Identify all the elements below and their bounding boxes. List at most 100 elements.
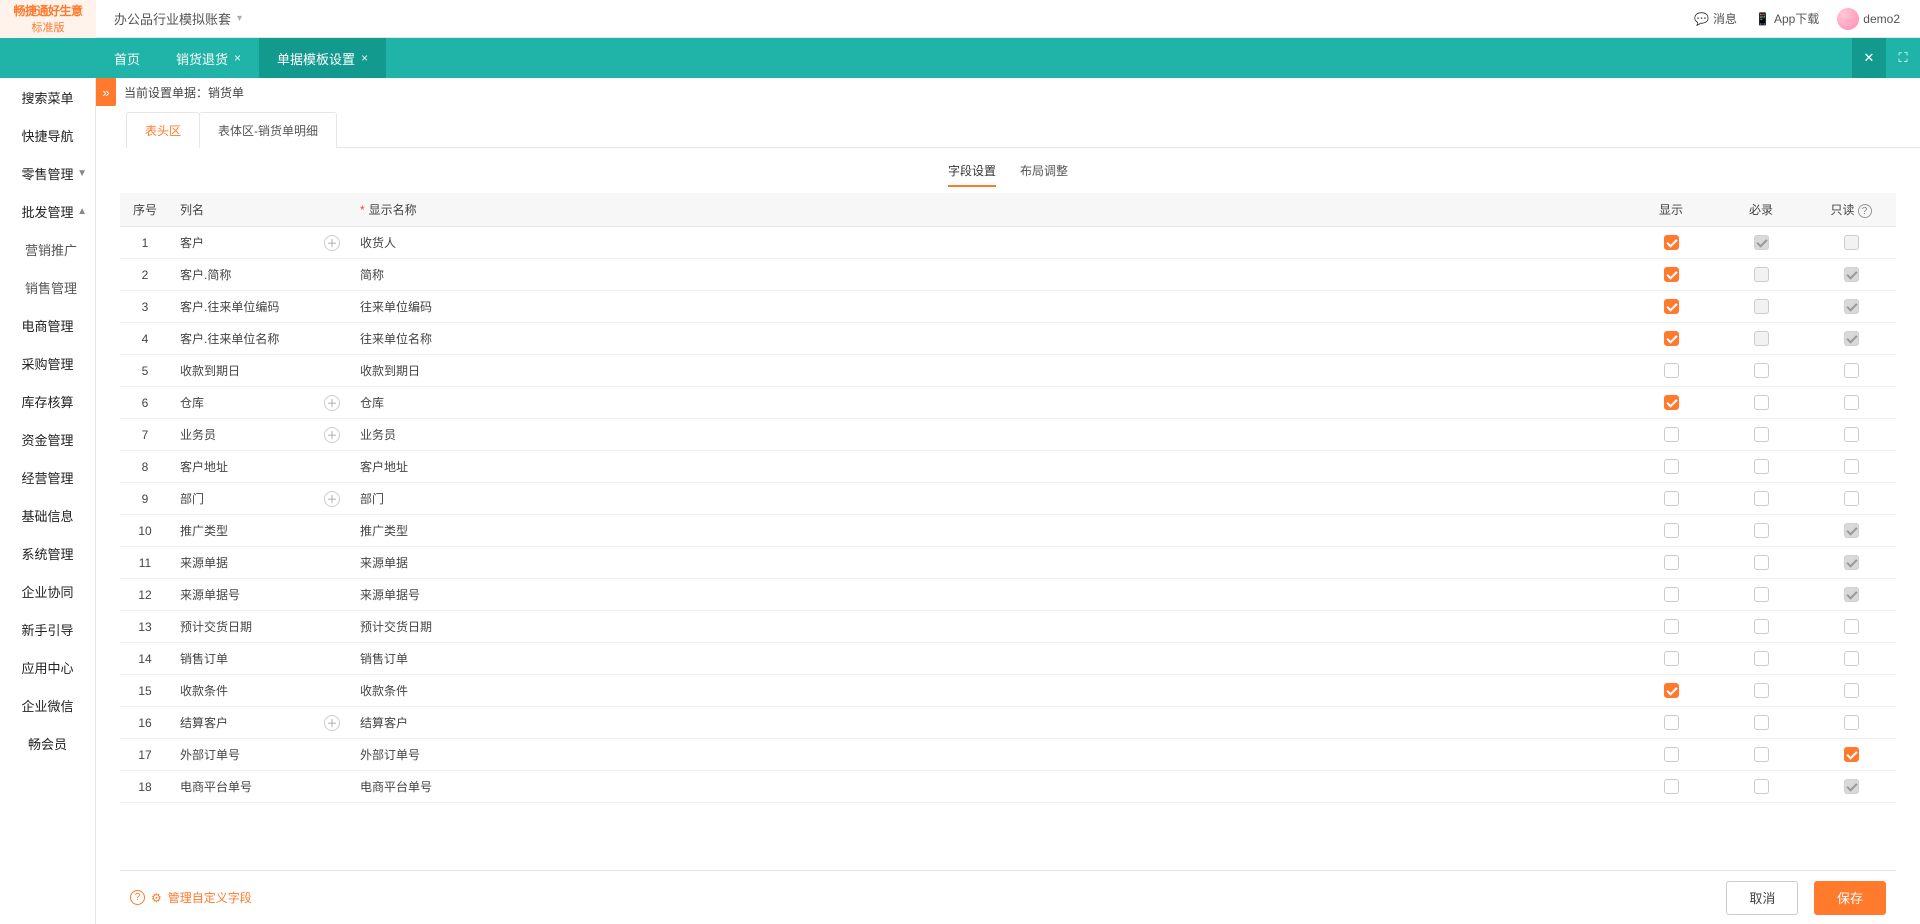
- cell-display-name[interactable]: 来源单据: [350, 547, 1626, 579]
- cell-display-name[interactable]: 简称: [350, 259, 1626, 291]
- cell-display-name[interactable]: 结算客户: [350, 707, 1626, 739]
- sidebar-item-14[interactable]: 新手引导: [0, 610, 95, 648]
- checkbox-show[interactable]: [1664, 587, 1679, 602]
- checkbox-readonly[interactable]: [1844, 715, 1859, 730]
- tab-0[interactable]: 首页: [96, 38, 158, 78]
- sidebar-item-13[interactable]: 企业协同: [0, 572, 95, 610]
- expand-icon[interactable]: ＋: [324, 235, 340, 251]
- checkbox-required[interactable]: [1754, 459, 1769, 474]
- checkbox-readonly[interactable]: [1844, 427, 1859, 442]
- messages-button[interactable]: 💬 消息: [1694, 10, 1737, 27]
- cell-display-name[interactable]: 电商平台单号: [350, 771, 1626, 803]
- cell-display-name[interactable]: 收货人: [350, 227, 1626, 259]
- checkbox-required[interactable]: [1754, 619, 1769, 634]
- cancel-button[interactable]: 取消: [1726, 881, 1798, 915]
- checkbox-show[interactable]: [1664, 395, 1679, 410]
- sidebar-item-0[interactable]: 搜索菜单: [0, 78, 95, 116]
- checkbox-required[interactable]: [1754, 363, 1769, 378]
- inner-tab-1[interactable]: 表体区-销货单明细: [199, 112, 337, 148]
- checkbox-show[interactable]: [1664, 427, 1679, 442]
- expand-icon[interactable]: ＋: [324, 491, 340, 507]
- checkbox-required[interactable]: [1754, 587, 1769, 602]
- account-selector[interactable]: 办公品行业模拟账套 ▾: [114, 9, 242, 28]
- checkbox-show[interactable]: [1664, 779, 1679, 794]
- cell-display-name[interactable]: 往来单位名称: [350, 323, 1626, 355]
- checkbox-show[interactable]: [1664, 747, 1679, 762]
- checkbox-show[interactable]: [1664, 715, 1679, 730]
- checkbox-required[interactable]: [1754, 715, 1769, 730]
- cell-display-name[interactable]: 业务员: [350, 419, 1626, 451]
- checkbox-show[interactable]: [1664, 363, 1679, 378]
- checkbox-required[interactable]: [1754, 395, 1769, 410]
- sidebar-collapse-handle[interactable]: »: [96, 78, 116, 106]
- cell-display-name[interactable]: 外部订单号: [350, 739, 1626, 771]
- close-icon[interactable]: ×: [361, 51, 368, 65]
- checkbox-show[interactable]: [1664, 523, 1679, 538]
- checkbox-required[interactable]: [1754, 523, 1769, 538]
- sidebar-item-2[interactable]: 零售管理▼: [0, 154, 95, 192]
- checkbox-show[interactable]: [1664, 235, 1679, 250]
- checkbox-show[interactable]: [1664, 459, 1679, 474]
- sidebar-item-15[interactable]: 应用中心: [0, 648, 95, 686]
- checkbox-readonly[interactable]: [1844, 459, 1859, 474]
- checkbox-show[interactable]: [1664, 267, 1679, 282]
- checkbox-required[interactable]: [1754, 651, 1769, 666]
- sidebar-item-7[interactable]: 采购管理: [0, 344, 95, 382]
- sidebar-item-1[interactable]: 快捷导航: [0, 116, 95, 154]
- sub-tab-1[interactable]: 布局调整: [1020, 162, 1068, 187]
- expand-icon[interactable]: ＋: [324, 427, 340, 443]
- checkbox-required[interactable]: [1754, 779, 1769, 794]
- app-download-button[interactable]: 📱 App下载: [1755, 10, 1819, 27]
- cell-display-name[interactable]: 推广类型: [350, 515, 1626, 547]
- checkbox-show[interactable]: [1664, 651, 1679, 666]
- checkbox-show[interactable]: [1664, 331, 1679, 346]
- sidebar-item-17[interactable]: 畅会员: [0, 724, 95, 762]
- cell-display-name[interactable]: 客户地址: [350, 451, 1626, 483]
- save-button[interactable]: 保存: [1814, 881, 1886, 915]
- expand-icon[interactable]: ＋: [324, 715, 340, 731]
- sidebar-item-9[interactable]: 资金管理: [0, 420, 95, 458]
- manage-custom-fields-link[interactable]: ? ⚙ 管理自定义字段: [130, 889, 252, 906]
- help-icon[interactable]: ?: [1858, 204, 1872, 218]
- sidebar-item-12[interactable]: 系统管理: [0, 534, 95, 572]
- cell-display-name[interactable]: 收款条件: [350, 675, 1626, 707]
- checkbox-show[interactable]: [1664, 619, 1679, 634]
- cell-display-name[interactable]: 部门: [350, 483, 1626, 515]
- tab-1[interactable]: 销货退货×: [158, 38, 259, 78]
- checkbox-required[interactable]: [1754, 491, 1769, 506]
- close-icon[interactable]: ×: [234, 51, 241, 65]
- tab-2[interactable]: 单据模板设置×: [259, 38, 386, 78]
- cell-display-name[interactable]: 往来单位编码: [350, 291, 1626, 323]
- checkbox-readonly[interactable]: [1844, 395, 1859, 410]
- checkbox-readonly[interactable]: [1844, 683, 1859, 698]
- checkbox-readonly[interactable]: [1844, 651, 1859, 666]
- sidebar-item-11[interactable]: 基础信息: [0, 496, 95, 534]
- checkbox-show[interactable]: [1664, 555, 1679, 570]
- expand-icon[interactable]: ＋: [324, 395, 340, 411]
- checkbox-required[interactable]: [1754, 683, 1769, 698]
- user-menu[interactable]: demo2: [1837, 8, 1900, 30]
- sidebar-item-3[interactable]: 批发管理▲: [0, 192, 95, 230]
- sub-tab-0[interactable]: 字段设置: [948, 162, 996, 187]
- sidebar-item-8[interactable]: 库存核算: [0, 382, 95, 420]
- checkbox-readonly[interactable]: [1844, 747, 1859, 762]
- sidebar-item-5[interactable]: 销售管理: [0, 268, 95, 306]
- checkbox-show[interactable]: [1664, 299, 1679, 314]
- checkbox-readonly[interactable]: [1844, 619, 1859, 634]
- checkbox-show[interactable]: [1664, 491, 1679, 506]
- tabbar-close-button[interactable]: ✕: [1852, 38, 1886, 78]
- cell-display-name[interactable]: 收款到期日: [350, 355, 1626, 387]
- checkbox-readonly[interactable]: [1844, 363, 1859, 378]
- checkbox-show[interactable]: [1664, 683, 1679, 698]
- checkbox-required[interactable]: [1754, 555, 1769, 570]
- sidebar-item-4[interactable]: 营销推广: [0, 230, 95, 268]
- checkbox-required[interactable]: [1754, 747, 1769, 762]
- cell-display-name[interactable]: 预计交货日期: [350, 611, 1626, 643]
- checkbox-required[interactable]: [1754, 427, 1769, 442]
- inner-tab-0[interactable]: 表头区: [126, 112, 200, 148]
- checkbox-readonly[interactable]: [1844, 491, 1859, 506]
- fullscreen-button[interactable]: ⛶: [1886, 38, 1920, 78]
- cell-display-name[interactable]: 仓库: [350, 387, 1626, 419]
- cell-display-name[interactable]: 销售订单: [350, 643, 1626, 675]
- cell-display-name[interactable]: 来源单据号: [350, 579, 1626, 611]
